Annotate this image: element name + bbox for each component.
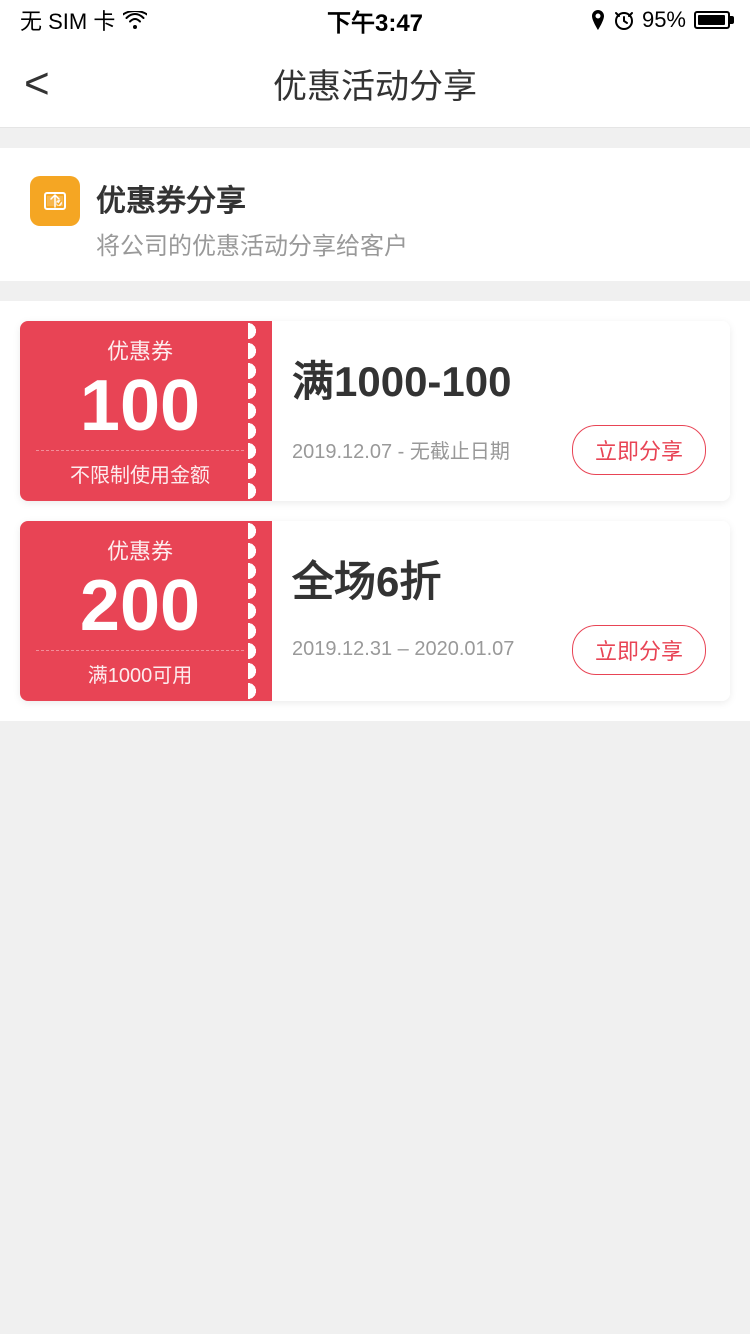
battery-percent: 95% bbox=[642, 7, 686, 33]
status-bar: 无 SIM 卡 下午3:47 95% bbox=[0, 0, 750, 40]
coupon-footer-1: 2019.12.07 - 无截止日期 立即分享 bbox=[292, 425, 706, 475]
coupon-condition-1: 不限制使用金额 bbox=[70, 459, 210, 488]
section-icon bbox=[30, 176, 80, 226]
coupon-right-2: 全场6折 2019.12.31 – 2020.01.07 立即分享 bbox=[260, 521, 730, 701]
coupon-condition-2: 满1000可用 bbox=[88, 659, 193, 688]
coupon-label-2: 优惠券 bbox=[107, 534, 173, 566]
back-button[interactable]: < bbox=[24, 59, 50, 109]
section-title: 优惠券分享 bbox=[96, 176, 408, 220]
coupon-name-2: 全场6折 bbox=[292, 548, 706, 609]
coupon-card-1: 优惠券 100 不限制使用金额 满1000-100 2019.12.07 - 无… bbox=[20, 321, 730, 501]
coupon-date-2: 2019.12.31 – 2020.01.07 bbox=[292, 638, 514, 661]
nav-title: 优惠活动分享 bbox=[273, 59, 477, 108]
share-button-1[interactable]: 立即分享 bbox=[572, 425, 706, 475]
status-icons: 95% bbox=[590, 7, 730, 33]
share-button-2[interactable]: 立即分享 bbox=[572, 625, 706, 675]
coupon-divider-1 bbox=[36, 450, 244, 451]
coupon-value-1: 100 bbox=[80, 370, 200, 442]
coupon-left-1: 优惠券 100 不限制使用金额 bbox=[20, 321, 260, 501]
wifi-icon bbox=[123, 11, 147, 29]
coupon-divider-2 bbox=[36, 650, 244, 651]
coupon-name-1: 满1000-100 bbox=[292, 348, 706, 409]
nav-bar: < 优惠活动分享 bbox=[0, 40, 750, 128]
empty-area bbox=[0, 721, 750, 1301]
section-header: 优惠券分享 将公司的优惠活动分享给客户 bbox=[0, 148, 750, 281]
status-carrier: 无 SIM 卡 bbox=[20, 4, 147, 36]
battery-icon bbox=[694, 11, 730, 29]
coupon-right-1: 满1000-100 2019.12.07 - 无截止日期 立即分享 bbox=[260, 321, 730, 501]
alarm-icon bbox=[614, 10, 634, 30]
location-icon bbox=[590, 10, 606, 30]
status-time: 下午3:47 bbox=[327, 3, 423, 38]
section-subtitle: 将公司的优惠活动分享给客户 bbox=[96, 226, 408, 261]
coupon-label-1: 优惠券 bbox=[107, 334, 173, 366]
coupon-list: 优惠券 100 不限制使用金额 满1000-100 2019.12.07 - 无… bbox=[0, 301, 750, 721]
section-text-group: 优惠券分享 将公司的优惠活动分享给客户 bbox=[96, 176, 408, 261]
coupon-card-2: 优惠券 200 满1000可用 全场6折 2019.12.31 – 2020.0… bbox=[20, 521, 730, 701]
coupon-left-2: 优惠券 200 满1000可用 bbox=[20, 521, 260, 701]
coupon-value-2: 200 bbox=[80, 570, 200, 642]
carrier-text: 无 SIM 卡 bbox=[20, 4, 115, 36]
coupon-date-1: 2019.12.07 - 无截止日期 bbox=[292, 435, 510, 464]
coupon-footer-2: 2019.12.31 – 2020.01.07 立即分享 bbox=[292, 625, 706, 675]
